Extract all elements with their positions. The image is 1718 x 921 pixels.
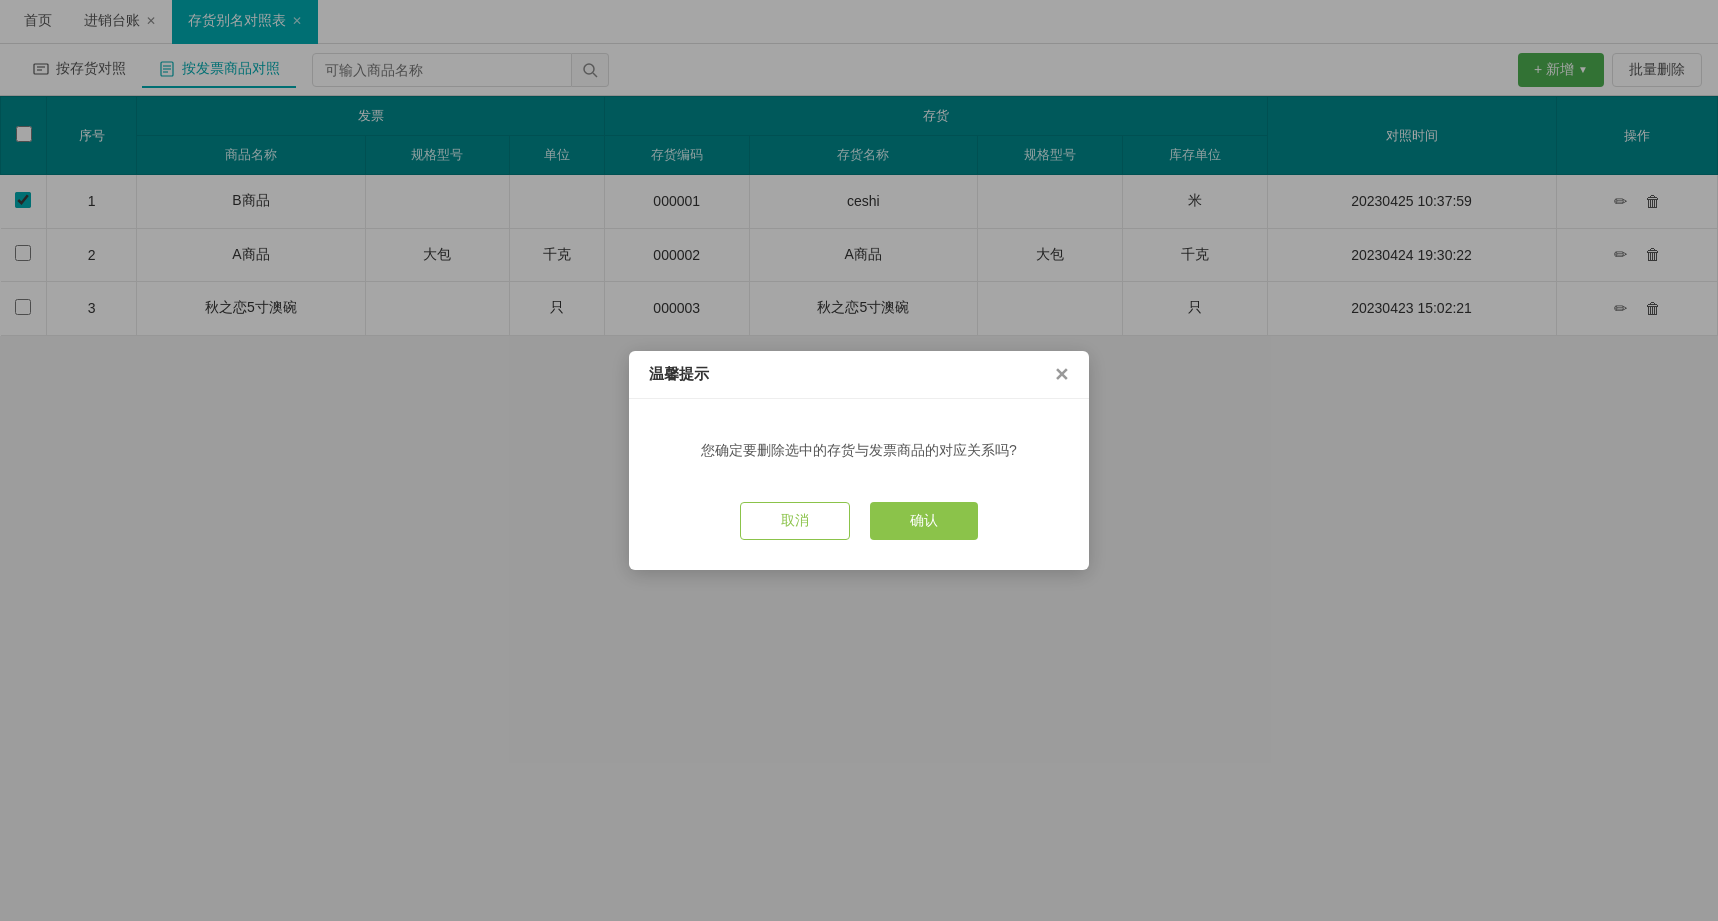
modal-overlay: 温馨提示 ✕ 您确定要删除选中的存货与发票商品的对应关系吗? 取消 确认 [0,0,1718,336]
